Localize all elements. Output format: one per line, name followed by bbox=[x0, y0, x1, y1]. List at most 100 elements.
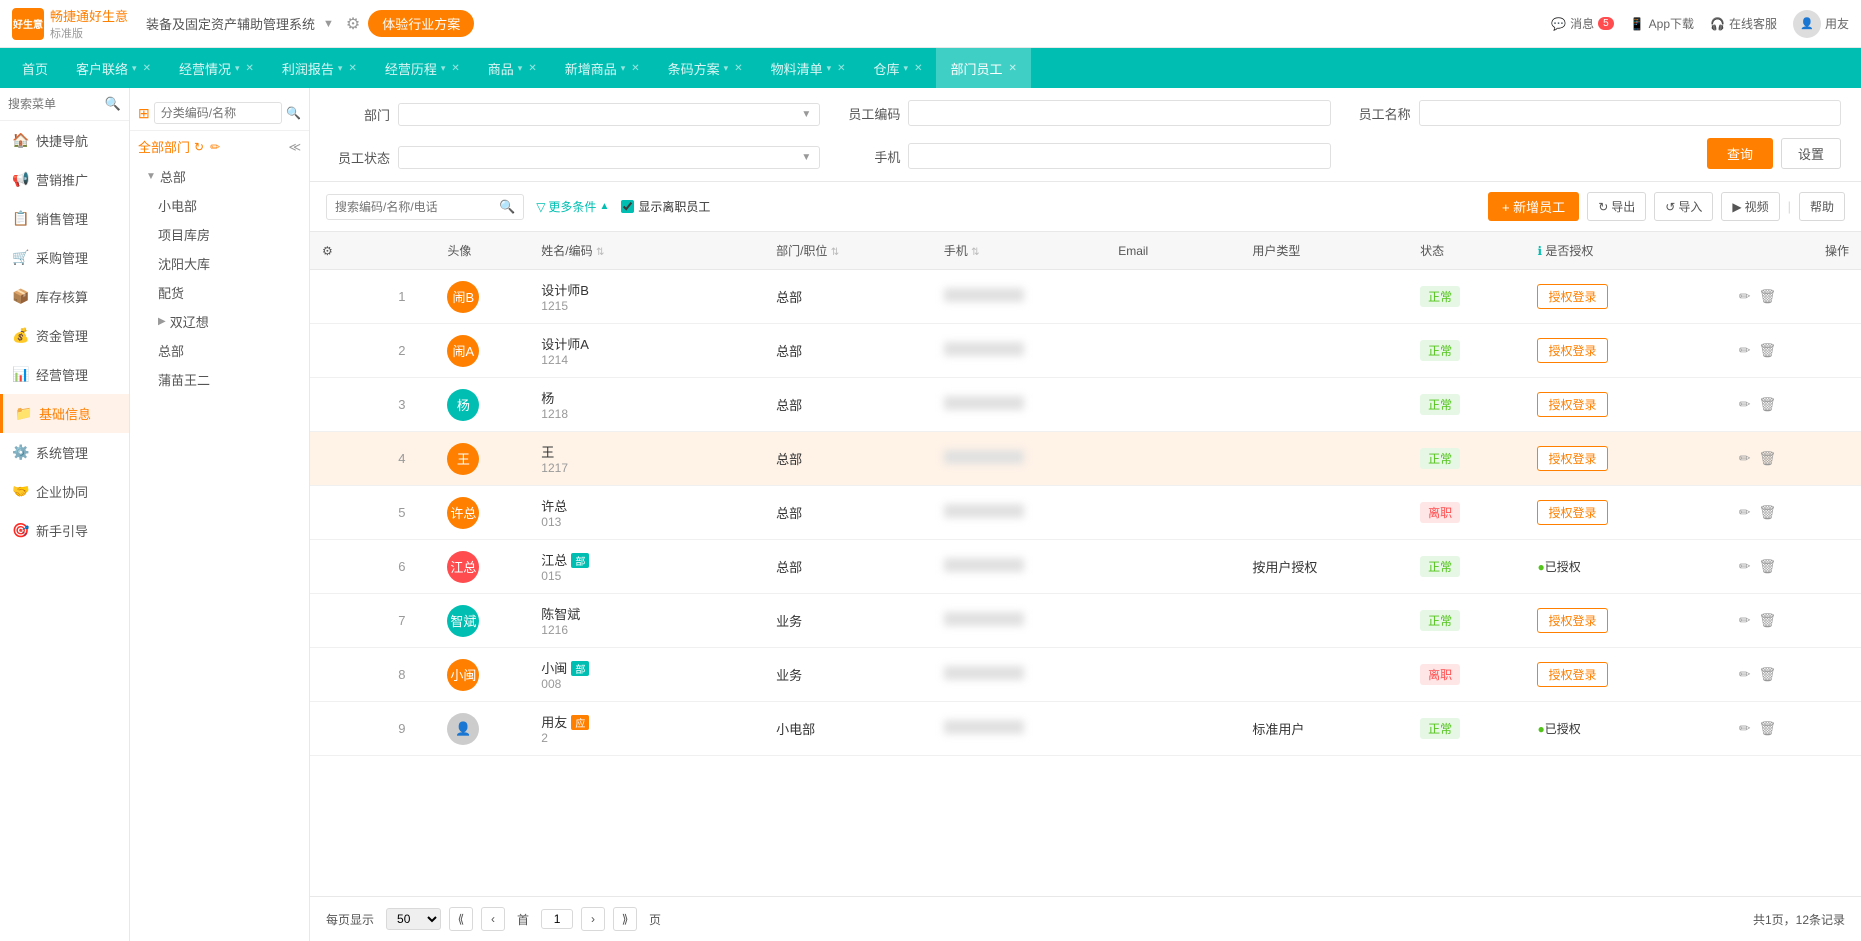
view-button[interactable]: ▶ 视频 bbox=[1721, 192, 1779, 221]
help-button[interactable]: 帮助 bbox=[1799, 192, 1845, 221]
sidebar-item-operation[interactable]: 📊 经营管理 bbox=[0, 355, 129, 394]
tab-history-close[interactable]: ✕ bbox=[451, 63, 459, 74]
delete-action-icon[interactable]: 🗑 bbox=[1758, 288, 1776, 305]
name-filter-input[interactable] bbox=[1419, 100, 1841, 126]
dept-filter-select[interactable]: ▼ bbox=[398, 103, 820, 126]
tab-goods-close[interactable]: ✕ bbox=[528, 63, 536, 74]
th-phone[interactable]: 手机 ⇅ bbox=[932, 232, 1106, 270]
search-button[interactable]: 查询 bbox=[1707, 138, 1773, 169]
auth-button[interactable]: 授权登录 bbox=[1537, 338, 1607, 363]
experience-button[interactable]: 体验行业方案 bbox=[368, 10, 474, 37]
th-settings[interactable]: ⚙ bbox=[310, 232, 368, 270]
dept-header[interactable]: 全部部门 ↻ ✏ ≪ bbox=[130, 131, 309, 162]
edit-action-icon[interactable]: ✏ bbox=[1739, 396, 1751, 413]
phone-filter-input[interactable] bbox=[908, 143, 1330, 169]
sidebar-item-finance[interactable]: 💰 资金管理 bbox=[0, 316, 129, 355]
messages-action[interactable]: 💬 消息 5 bbox=[1551, 15, 1614, 32]
code-filter-input[interactable] bbox=[908, 100, 1330, 126]
collapse-icon[interactable]: ≪ bbox=[288, 140, 301, 154]
import-button[interactable]: ↺ 导入 bbox=[1654, 192, 1713, 221]
set-button[interactable]: 设置 bbox=[1781, 138, 1841, 169]
tab-newgoods[interactable]: 新增商品 ▾ ✕ bbox=[551, 48, 654, 88]
dept-search-input[interactable] bbox=[154, 102, 282, 124]
tab-staff[interactable]: 部门员工 ✕ bbox=[936, 48, 1030, 88]
edit-icon[interactable]: ✏ bbox=[210, 140, 220, 154]
sidebar-item-marketing[interactable]: 📢 营销推广 bbox=[0, 160, 129, 199]
more-conditions[interactable]: ▽ 更多条件 ▲ bbox=[536, 198, 609, 215]
delete-action-icon[interactable]: 🗑 bbox=[1758, 666, 1776, 683]
auth-button[interactable]: 授权登录 bbox=[1537, 608, 1607, 633]
tab-customer-close[interactable]: ✕ bbox=[143, 63, 151, 74]
edit-action-icon[interactable]: ✏ bbox=[1739, 342, 1751, 359]
dept-search-icon[interactable]: 🔍 bbox=[286, 106, 301, 120]
dept-item-peihuo[interactable]: 配货 bbox=[130, 278, 309, 307]
sidebar-search-input[interactable] bbox=[8, 97, 101, 111]
show-former-checkbox[interactable]: 显示离职员工 bbox=[621, 198, 710, 215]
sidebar-item-inventory[interactable]: 📦 库存核算 bbox=[0, 277, 129, 316]
sidebar-item-basic[interactable]: 📁 基础信息 bbox=[0, 394, 129, 433]
tab-materials[interactable]: 物料清单 ▾ ✕ bbox=[757, 48, 860, 88]
th-name[interactable]: 姓名/编码 ⇅ bbox=[529, 232, 764, 270]
delete-action-icon[interactable]: 🗑 bbox=[1758, 720, 1776, 737]
sidebar-item-system[interactable]: ⚙️ 系统管理 bbox=[0, 433, 129, 472]
edit-action-icon[interactable]: ✏ bbox=[1739, 720, 1751, 737]
auth-button[interactable]: 授权登录 bbox=[1537, 392, 1607, 417]
settings-icon[interactable]: ⚙ bbox=[346, 14, 360, 34]
search-input[interactable] bbox=[335, 200, 495, 214]
tab-newgoods-close[interactable]: ✕ bbox=[631, 63, 639, 74]
edit-action-icon[interactable]: ✏ bbox=[1739, 504, 1751, 521]
edit-action-icon[interactable]: ✏ bbox=[1739, 450, 1751, 467]
tab-warehouse[interactable]: 仓库 ▾ ✕ bbox=[860, 48, 937, 88]
dropdown-arrow[interactable]: ▼ bbox=[323, 18, 334, 30]
dept-item-xiaodiandept[interactable]: 小电部 bbox=[130, 191, 309, 220]
online-service-action[interactable]: 🎧 在线客服 bbox=[1710, 15, 1777, 32]
edit-action-icon[interactable]: ✏ bbox=[1739, 558, 1751, 575]
auth-button[interactable]: 授权登录 bbox=[1537, 446, 1607, 471]
tab-finance-close[interactable]: ✕ bbox=[246, 63, 254, 74]
last-page-btn[interactable]: ⟫ bbox=[613, 907, 637, 931]
search-icon[interactable]: 🔍 bbox=[499, 199, 515, 215]
edit-action-icon[interactable]: ✏ bbox=[1739, 612, 1751, 629]
tab-goods[interactable]: 商品 ▾ ✕ bbox=[474, 48, 551, 88]
delete-action-icon[interactable]: 🗑 bbox=[1758, 504, 1776, 521]
tab-barcode-close[interactable]: ✕ bbox=[734, 63, 742, 74]
auth-button[interactable]: 授权登录 bbox=[1537, 284, 1607, 309]
prev-page-btn[interactable]: ‹ bbox=[481, 907, 505, 931]
next-page-btn[interactable]: › bbox=[581, 907, 605, 931]
dept-item-xiangmu[interactable]: 项目库房 bbox=[130, 220, 309, 249]
sidebar-item-quick-nav[interactable]: 🏠 快捷导航 bbox=[0, 121, 129, 160]
auth-button[interactable]: 授权登录 bbox=[1537, 500, 1607, 525]
page-number-input[interactable] bbox=[541, 909, 573, 929]
th-dept[interactable]: 部门/职位 ⇅ bbox=[764, 232, 932, 270]
per-page-select[interactable]: 50 20 100 bbox=[386, 908, 441, 930]
delete-action-icon[interactable]: 🗑 bbox=[1758, 612, 1776, 629]
tab-profit-close[interactable]: ✕ bbox=[348, 63, 356, 74]
tab-profit[interactable]: 利润报告 ▾ ✕ bbox=[268, 48, 371, 88]
dept-item-shuangliao[interactable]: ▶ 双辽想 bbox=[130, 307, 309, 336]
edit-action-icon[interactable]: ✏ bbox=[1739, 288, 1751, 305]
dept-item-zongbu2[interactable]: 总部 bbox=[130, 336, 309, 365]
dept-item-pumiaowang[interactable]: 蒲苗王二 bbox=[130, 365, 309, 394]
sidebar-item-sales[interactable]: 📋 销售管理 bbox=[0, 199, 129, 238]
show-former-input[interactable] bbox=[621, 200, 634, 213]
tab-history[interactable]: 经营历程 ▾ ✕ bbox=[371, 48, 474, 88]
refresh-icon[interactable]: ↻ bbox=[194, 140, 204, 154]
dept-item-zongshu[interactable]: ▼ 总部 bbox=[130, 162, 309, 191]
tab-home[interactable]: 首页 bbox=[8, 48, 62, 88]
sidebar-item-enterprise[interactable]: 🤝 企业协同 bbox=[0, 472, 129, 511]
tab-staff-close[interactable]: ✕ bbox=[1008, 63, 1016, 74]
sidebar-item-guide[interactable]: 🎯 新手引导 bbox=[0, 511, 129, 550]
delete-action-icon[interactable]: 🗑 bbox=[1758, 396, 1776, 413]
dept-item-shenyang[interactable]: 沈阳大库 bbox=[130, 249, 309, 278]
status-filter-select[interactable]: ▼ bbox=[398, 146, 820, 169]
delete-action-icon[interactable]: 🗑 bbox=[1758, 342, 1776, 359]
edit-action-icon[interactable]: ✏ bbox=[1739, 666, 1751, 683]
app-download-action[interactable]: 📱 App下载 bbox=[1630, 15, 1694, 32]
delete-action-icon[interactable]: 🗑 bbox=[1758, 450, 1776, 467]
auth-button[interactable]: 授权登录 bbox=[1537, 662, 1607, 687]
tab-barcode[interactable]: 条码方案 ▾ ✕ bbox=[654, 48, 757, 88]
sidebar-item-purchase[interactable]: 🛒 采购管理 bbox=[0, 238, 129, 277]
first-page-btn[interactable]: ⟪ bbox=[449, 907, 473, 931]
tab-customer[interactable]: 客户联络 ▾ ✕ bbox=[62, 48, 165, 88]
tab-warehouse-close[interactable]: ✕ bbox=[914, 63, 922, 74]
